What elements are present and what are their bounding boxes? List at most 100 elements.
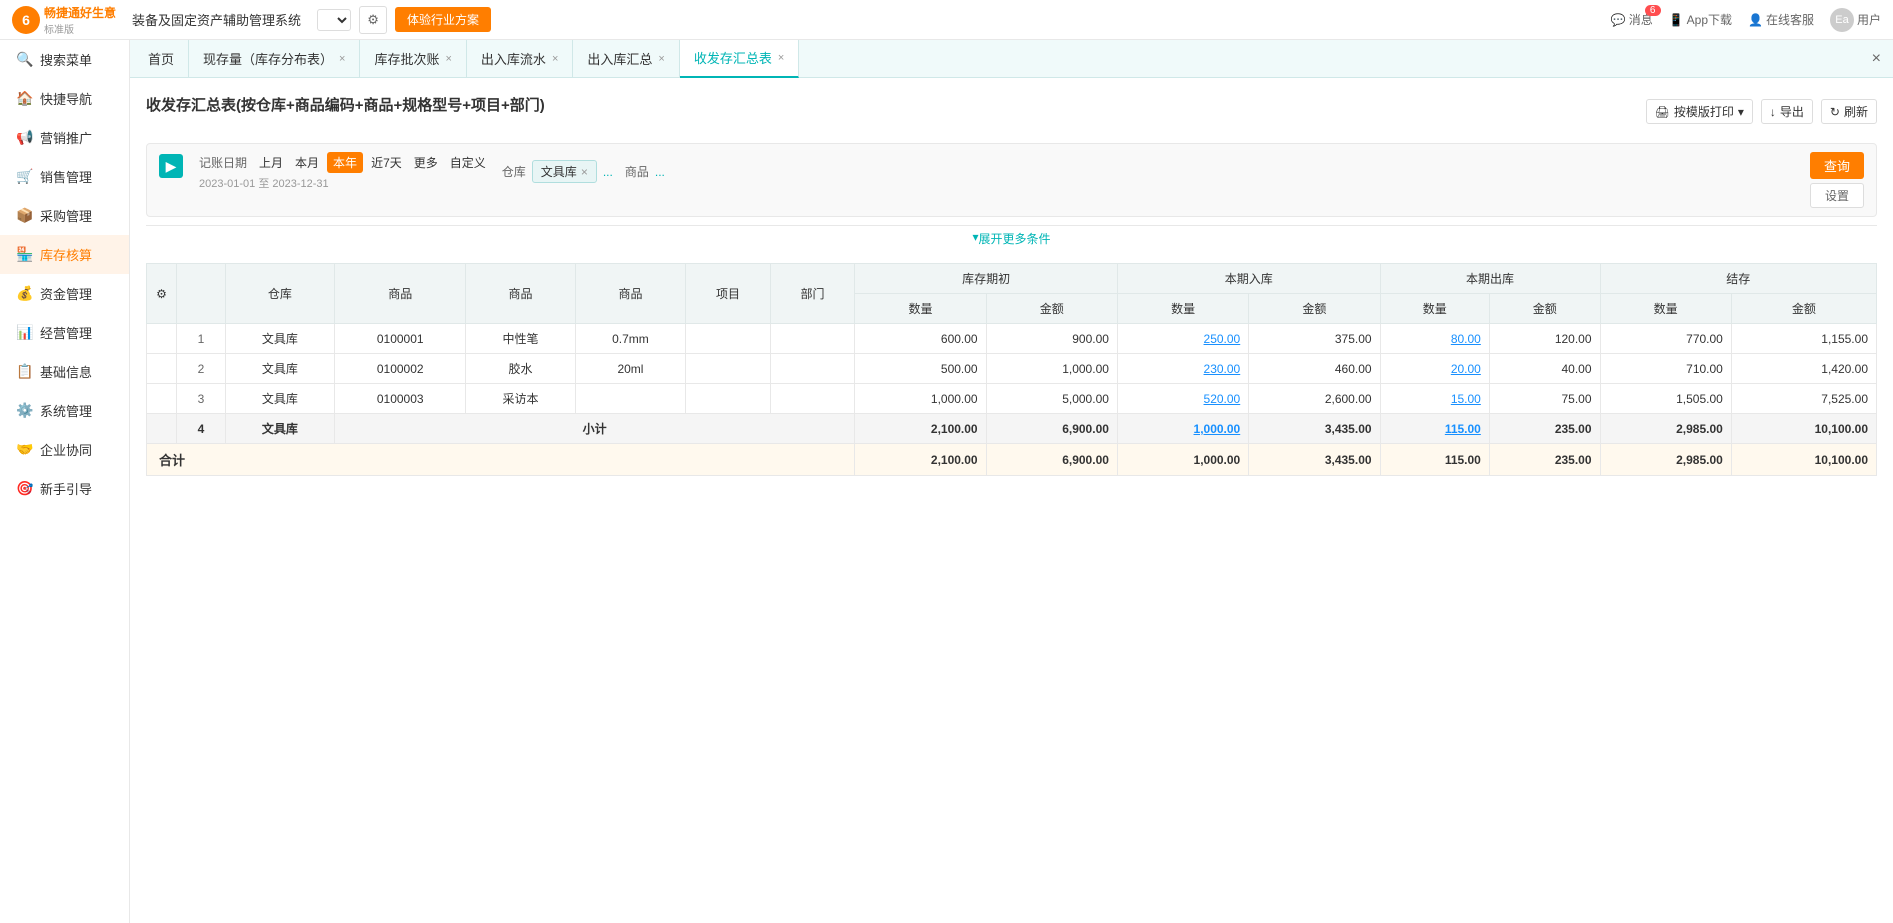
row-out-qty[interactable]: 20.00 [1380, 354, 1489, 384]
print-button[interactable]: 🖨 按模版打印 ▾ [1646, 99, 1753, 124]
phone-icon: 📱 [1669, 13, 1684, 27]
table-opening-qty-header: 数量 [855, 294, 986, 324]
warehouse-filter-group: 仓库 文具库 × ... [502, 160, 613, 183]
page-actions: 🖨 按模版打印 ▾ ↓ 导出 ↻ 刷新 [1646, 99, 1877, 124]
date-option-this-month[interactable]: 本月 [291, 153, 323, 172]
row-goods-code: 0100001 [335, 324, 466, 354]
row-warehouse: 文具库 [225, 354, 334, 384]
experience-button[interactable]: 体验行业方案 [395, 7, 491, 32]
row-in-qty[interactable]: 250.00 [1117, 324, 1248, 354]
sidebar-item-marketing[interactable]: 📢 营销推广 [0, 118, 129, 157]
home-icon: 🏠 [16, 90, 32, 107]
row-balance-amt: 1,155.00 [1731, 324, 1876, 354]
tab-batch-account-close[interactable]: × [445, 53, 451, 65]
row-settings[interactable] [147, 324, 177, 354]
goods-filter-group: 商品 ... [625, 163, 665, 180]
row-out-qty[interactable]: 80.00 [1380, 324, 1489, 354]
refresh-button[interactable]: ↻ 刷新 [1821, 99, 1877, 124]
sidebar-item-system[interactable]: ⚙️ 系统管理 [0, 391, 129, 430]
total-out-amt: 235.00 [1489, 444, 1600, 476]
subtotal-out-qty[interactable]: 115.00 [1380, 414, 1489, 444]
row-settings[interactable] [147, 354, 177, 384]
sidebar-item-guide[interactable]: 🎯 新手引导 [0, 469, 129, 508]
subtotal-in-qty[interactable]: 1,000.00 [1117, 414, 1248, 444]
tab-inventory-dist[interactable]: 现存量（库存分布表） × [189, 40, 360, 78]
export-button[interactable]: ↓ 导出 [1761, 99, 1813, 124]
warehouse-filter-tag[interactable]: 文具库 × [532, 160, 597, 183]
search-icon: 🔍 [16, 51, 32, 68]
row-in-qty[interactable]: 520.00 [1117, 384, 1248, 414]
online-service-button[interactable]: 👤 在线客服 [1748, 11, 1814, 28]
row-in-qty[interactable]: 230.00 [1117, 354, 1248, 384]
tab-inout-flow[interactable]: 出入库流水 × [467, 40, 573, 78]
warehouse-filter-label: 仓库 [502, 163, 526, 180]
settings-button[interactable]: 设置 [1810, 183, 1864, 208]
warehouse-tag-close[interactable]: × [581, 165, 588, 179]
sidebar-item-sales[interactable]: 🛒 销售管理 [0, 157, 129, 196]
tab-receive-summary[interactable]: 收发存汇总表 × [680, 40, 799, 78]
date-option-custom[interactable]: 自定义 [446, 153, 490, 172]
tab-inout-summary-close[interactable]: × [658, 53, 664, 65]
sidebar-item-marketing-label: 营销推广 [40, 128, 92, 147]
table-settings-header[interactable]: ⚙ [147, 264, 177, 324]
date-options: 上月 本月 本年 近7天 更多 自定义 [255, 152, 490, 173]
row-out-qty[interactable]: 15.00 [1380, 384, 1489, 414]
tab-receive-summary-close[interactable]: × [778, 52, 784, 64]
app-download-button[interactable]: 📱 App下载 [1669, 11, 1732, 28]
row-project [686, 384, 771, 414]
query-button[interactable]: 查询 [1810, 152, 1864, 179]
table-opening-amt-header: 金额 [986, 294, 1117, 324]
refresh-icon: ↻ [1830, 105, 1840, 119]
tab-home[interactable]: 首页 [134, 40, 189, 78]
service-icon: 👤 [1748, 13, 1763, 27]
row-in-amt: 2,600.00 [1249, 384, 1380, 414]
tab-bar: 首页 现存量（库存分布表） × 库存批次账 × 出入库流水 × 出入库汇总 × … [130, 40, 1893, 78]
sidebar-item-inventory[interactable]: 🏪 库存核算 [0, 235, 129, 274]
date-option-7days[interactable]: 近7天 [367, 153, 406, 172]
row-serial: 3 [177, 384, 226, 414]
filter-row: 记账日期 上月 本月 本年 近7天 更多 自定义 2023-01-01 至 20… [199, 152, 1794, 191]
data-table: ⚙ 仓库 商品 商品 商品 项目 部门 库存期初 本期入库 本期出库 结存 [146, 263, 1877, 476]
tab-inout-summary[interactable]: 出入库汇总 × [573, 40, 679, 78]
basic-info-icon: 📋 [16, 363, 32, 380]
sidebar-item-finance[interactable]: 💰 资金管理 [0, 274, 129, 313]
sidebar-item-quick-nav[interactable]: 🏠 快捷导航 [0, 79, 129, 118]
tab-batch-account[interactable]: 库存批次账 × [360, 40, 466, 78]
sidebar-item-basic-info[interactable]: 📋 基础信息 [0, 352, 129, 391]
subtotal-opening-amt: 6,900.00 [986, 414, 1117, 444]
tab-inout-flow-close[interactable]: × [552, 53, 558, 65]
date-option-more[interactable]: 更多 [410, 153, 442, 172]
message-button[interactable]: 💬 消息 6 [1611, 11, 1653, 28]
table-serial-header [177, 264, 226, 324]
subtotal-settings[interactable] [147, 414, 177, 444]
row-warehouse: 文具库 [225, 324, 334, 354]
system-name: 装备及固定资产辅助管理系统 [124, 10, 309, 29]
logo-area: 6 畅捷通好生意 标准版 [12, 4, 116, 36]
sidebar-item-operations[interactable]: 📊 经营管理 [0, 313, 129, 352]
page-title: 收发存汇总表(按仓库+商品编码+商品+规格型号+项目+部门) [146, 94, 545, 115]
date-option-this-year[interactable]: 本年 [327, 152, 363, 173]
sidebar-item-sales-label: 销售管理 [40, 167, 92, 186]
row-balance-qty: 770.00 [1600, 324, 1731, 354]
sidebar-item-purchase[interactable]: 📦 采购管理 [0, 196, 129, 235]
date-option-last-month[interactable]: 上月 [255, 153, 287, 172]
row-opening-qty: 500.00 [855, 354, 986, 384]
system-select[interactable] [317, 9, 351, 31]
warehouse-more-btn[interactable]: ... [603, 165, 613, 179]
total-opening-amt: 6,900.00 [986, 444, 1117, 476]
sidebar-item-search[interactable]: 🔍 搜索菜单 [0, 40, 129, 79]
total-in-qty: 1,000.00 [1117, 444, 1248, 476]
filter-toggle-button[interactable]: ▶ [159, 154, 183, 178]
row-opening-qty: 600.00 [855, 324, 986, 354]
goods-more-btn[interactable]: ... [655, 165, 665, 179]
tab-inventory-dist-close[interactable]: × [339, 53, 345, 65]
user-menu-button[interactable]: Ea 用户 [1830, 8, 1881, 32]
row-settings[interactable] [147, 384, 177, 414]
expand-more-button[interactable]: ▾ 展开更多条件 [146, 225, 1877, 251]
row-in-amt: 460.00 [1249, 354, 1380, 384]
sidebar-item-enterprise[interactable]: 🤝 企业协同 [0, 430, 129, 469]
gear-button[interactable]: ⚙ [359, 6, 387, 34]
close-all-tabs-button[interactable]: × [1872, 50, 1881, 68]
inventory-icon: 🏪 [16, 246, 32, 263]
top-bar-left: 6 畅捷通好生意 标准版 装备及固定资产辅助管理系统 ⚙ 体验行业方案 [12, 4, 491, 36]
